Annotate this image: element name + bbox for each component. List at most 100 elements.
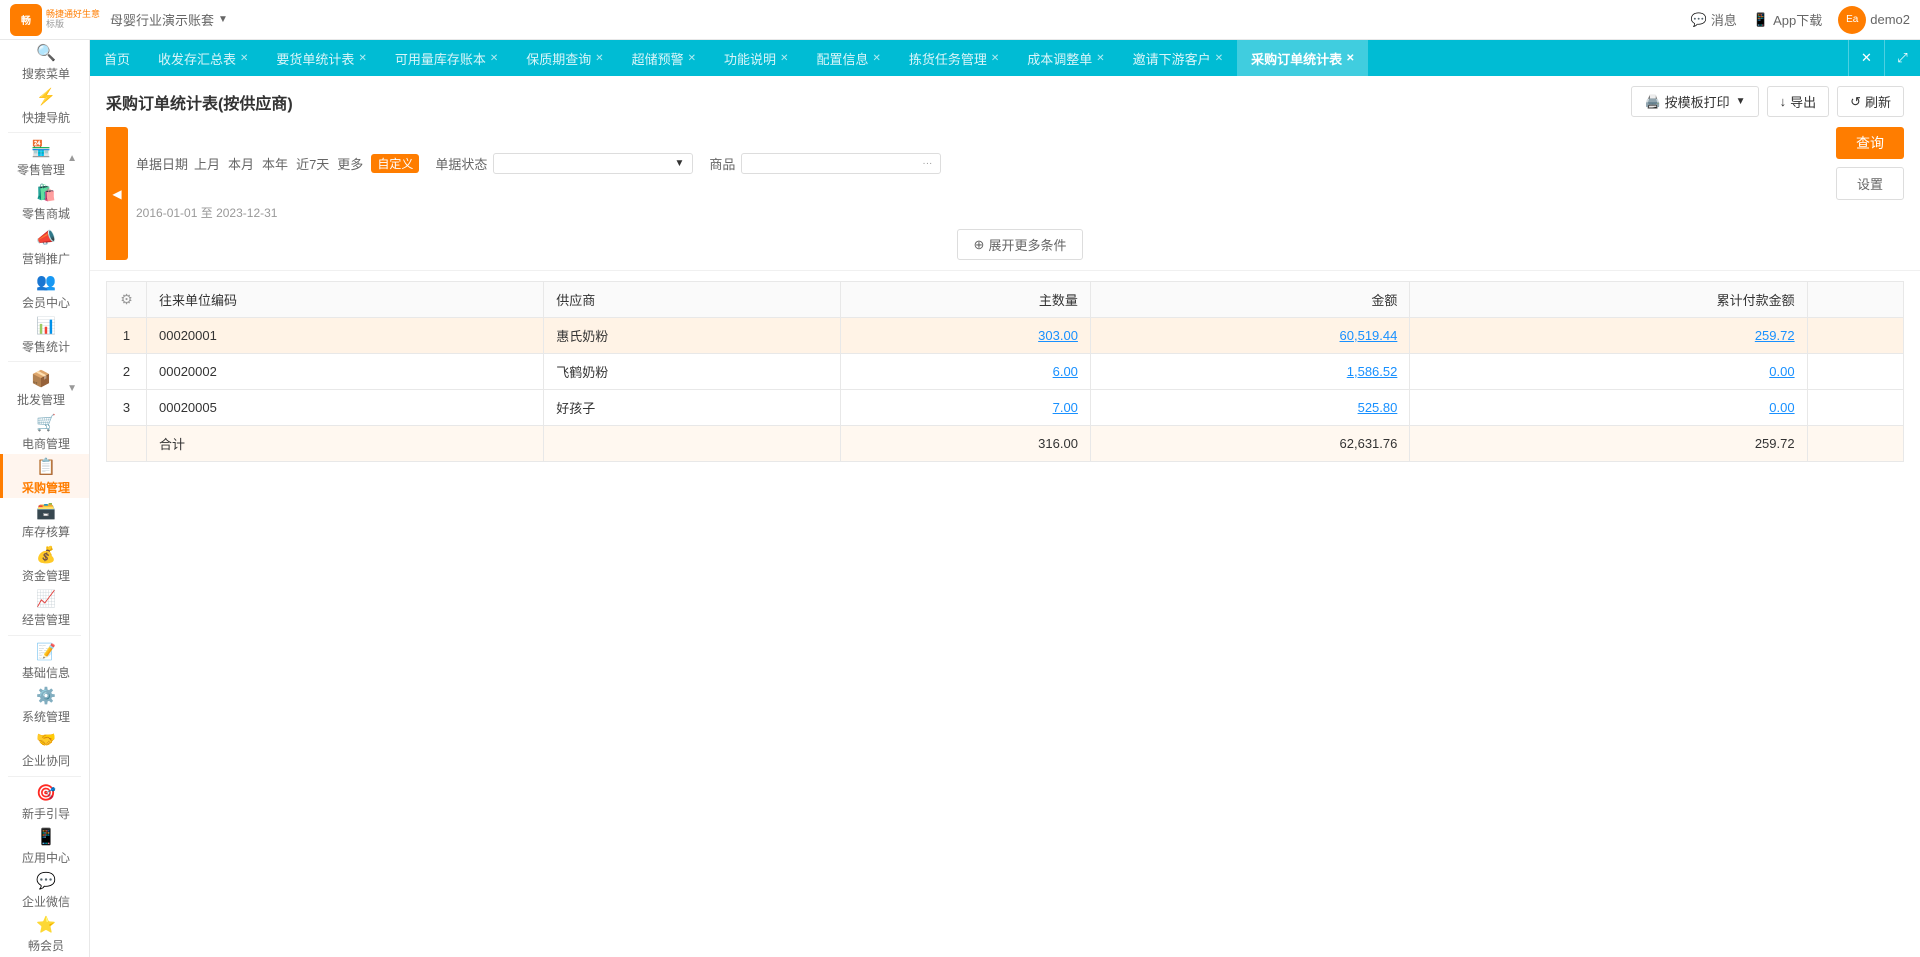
nav-tab-7[interactable]: 配置信息 ✕: [802, 40, 894, 76]
col-header-qty: 主数量: [841, 282, 1091, 318]
print-dropdown-icon: ▼: [1736, 96, 1746, 107]
sidebar-item-marketing[interactable]: 📣 营销推广: [0, 225, 89, 269]
sidebar-item-ecommerce[interactable]: 🛒 电商管理: [0, 410, 89, 454]
message-button[interactable]: 💬 消息: [1691, 10, 1737, 29]
row-num-3: 3: [107, 390, 147, 426]
nav-tab-9[interactable]: 成本调整单 ✕: [1013, 40, 1118, 76]
row-supplier-2: 飞鹤奶粉: [544, 354, 841, 390]
sidebar-item-newguide[interactable]: 🎯 新手引导: [0, 780, 89, 824]
sidebar-item-system[interactable]: ⚙️ 系统管理: [0, 684, 89, 728]
row-paid-3[interactable]: 0.00: [1410, 390, 1807, 426]
tab-close-8[interactable]: ✕: [991, 53, 999, 64]
row-amount-2[interactable]: 1,586.52: [1090, 354, 1409, 390]
row-qty-1[interactable]: 303.00: [841, 318, 1091, 354]
sidebar-item-inventory[interactable]: 🗃️ 库存核算: [0, 498, 89, 542]
logo-area: 畅 畅捷通好生意 标版: [10, 4, 100, 36]
sidebar-item-retail[interactable]: 🏪 零售管理 ▲: [0, 137, 89, 181]
sidebar-item-quick[interactable]: ⚡ 快捷导航: [0, 84, 89, 128]
finance-icon: 💰: [36, 545, 56, 565]
goods-input[interactable]: ···: [741, 153, 941, 174]
row-num-2: 2: [107, 354, 147, 390]
tab-close-5[interactable]: ✕: [688, 53, 696, 64]
table-header-row: ⚙ 往来单位编码 供应商 主数量 金额 累计付款金额: [107, 282, 1904, 318]
sidebar-item-wechat[interactable]: 💬 企业微信: [0, 869, 89, 913]
date-filter-item: 单据日期 上月 本月 本年 近7天 更多 自定义: [136, 154, 419, 173]
last-month-link[interactable]: 上月: [194, 154, 220, 173]
row-code-1: 00020001: [147, 318, 544, 354]
tab-close-3[interactable]: ✕: [490, 53, 498, 64]
query-button[interactable]: 查询: [1836, 127, 1904, 159]
sidebar-item-retail-shop[interactable]: 🛍️ 零售商城: [0, 181, 89, 225]
date-range-display: 2016-01-01 至 2023-12-31: [136, 204, 1904, 221]
main-panel: 采购订单统计表(按供应商) 🖨️ 按模板打印 ▼ ↓ 导出: [90, 76, 1920, 957]
refresh-button[interactable]: ↺ 刷新: [1837, 86, 1904, 117]
tab-close-7[interactable]: ✕: [872, 53, 880, 64]
sidebar-item-retail-stats[interactable]: 📊 零售统计: [0, 313, 89, 357]
tab-close-all-button[interactable]: ✕: [1848, 40, 1884, 76]
nav-tab-6[interactable]: 功能说明 ✕: [710, 40, 802, 76]
tab-close-1[interactable]: ✕: [240, 53, 248, 64]
row-qty-2[interactable]: 6.00: [841, 354, 1091, 390]
sidebar-item-wholesale[interactable]: 📦 批发管理 ▼: [0, 366, 89, 410]
nav-tab-11[interactable]: 采购订单统计表 ✕: [1237, 40, 1368, 76]
sidebar-item-operation[interactable]: 📈 经营管理: [0, 587, 89, 631]
app-download-button[interactable]: 📱 App下载: [1753, 10, 1822, 29]
nav-tab-3[interactable]: 可用量库存账本 ✕: [381, 40, 512, 76]
sidebar-item-search[interactable]: 🔍 搜索菜单: [0, 40, 89, 84]
nav-tab-4[interactable]: 保质期查询 ✕: [512, 40, 617, 76]
table-footer-row: 合计 316.00 62,631.76 259.72: [107, 426, 1904, 462]
member-icon: 👥: [36, 272, 56, 292]
row-amount-1[interactable]: 60,519.44: [1090, 318, 1409, 354]
row-extra-1: [1807, 318, 1903, 354]
print-icon: 🖨️: [1644, 94, 1660, 110]
nav-tab-home[interactable]: 首页: [90, 40, 144, 76]
status-select[interactable]: ▼: [493, 153, 693, 174]
nav-tab-5[interactable]: 超储预警 ✕: [618, 40, 710, 76]
footer-empty-2: [544, 426, 841, 462]
tab-close-11[interactable]: ✕: [1346, 53, 1354, 64]
sidebar-item-member[interactable]: 👥 会员中心: [0, 269, 89, 313]
tab-close-6[interactable]: ✕: [780, 53, 788, 64]
nav-tab-10[interactable]: 邀请下游客户 ✕: [1119, 40, 1237, 76]
gear-icon[interactable]: ⚙: [120, 291, 133, 307]
tab-bar-right-actions: ✕ ⤢: [1848, 40, 1920, 76]
tab-close-9[interactable]: ✕: [1096, 53, 1104, 64]
setting-button[interactable]: 设置: [1836, 167, 1904, 200]
this-month-link[interactable]: 本月: [228, 154, 254, 173]
status-select-icon: ▼: [674, 158, 684, 169]
ecommerce-icon: 🛒: [36, 413, 56, 433]
nav-tab-8[interactable]: 拣货任务管理 ✕: [895, 40, 1013, 76]
row-amount-3[interactable]: 525.80: [1090, 390, 1409, 426]
print-button[interactable]: 🖨️ 按模板打印 ▼: [1631, 86, 1758, 117]
row-qty-3[interactable]: 7.00: [841, 390, 1091, 426]
this-year-link[interactable]: 本年: [262, 154, 288, 173]
tab-close-10[interactable]: ✕: [1215, 53, 1223, 64]
export-button[interactable]: ↓ 导出: [1767, 86, 1830, 117]
footer-qty: 316.00: [841, 426, 1091, 462]
sidebar-item-purchase[interactable]: 📋 采购管理: [0, 454, 89, 498]
nav-tab-2[interactable]: 要货单统计表 ✕: [262, 40, 380, 76]
retail-expand-icon: ▲: [67, 153, 77, 164]
search-icon: 🔍: [36, 43, 56, 63]
custom-badge[interactable]: 自定义: [371, 154, 419, 173]
sidebar-item-appcenter[interactable]: 📱 应用中心: [0, 825, 89, 869]
sidebar-item-basic[interactable]: 📝 基础信息: [0, 639, 89, 683]
row-extra-2: [1807, 354, 1903, 390]
filter-collapse-button[interactable]: ◀: [106, 127, 128, 260]
tab-close-2[interactable]: ✕: [358, 53, 366, 64]
tab-close-4[interactable]: ✕: [595, 53, 603, 64]
sidebar-item-enterprise[interactable]: 🤝 企业协同: [0, 728, 89, 772]
tab-expand-button[interactable]: ⤢: [1884, 40, 1920, 76]
sidebar: 🔍 搜索菜单 ⚡ 快捷导航 🏪 零售管理 ▲ 🛍️ 零售商城 📣: [0, 40, 90, 957]
last7-link[interactable]: 近7天: [296, 154, 329, 173]
top-right-area: 💬 消息 📱 App下载 Ea demo2: [1691, 6, 1910, 34]
row-paid-2[interactable]: 0.00: [1410, 354, 1807, 390]
workspace-selector[interactable]: 母婴行业演示账套 ▼: [110, 10, 1691, 29]
more-link[interactable]: 更多: [337, 154, 363, 173]
user-avatar-button[interactable]: Ea demo2: [1838, 6, 1910, 34]
sidebar-item-vip[interactable]: ⭐ 畅会员: [0, 913, 89, 957]
row-paid-1[interactable]: 259.72: [1410, 318, 1807, 354]
nav-tab-1[interactable]: 收发存汇总表 ✕: [144, 40, 262, 76]
expand-more-button[interactable]: ⊕ 展开更多条件: [957, 229, 1084, 260]
sidebar-item-finance[interactable]: 💰 资金管理: [0, 543, 89, 587]
